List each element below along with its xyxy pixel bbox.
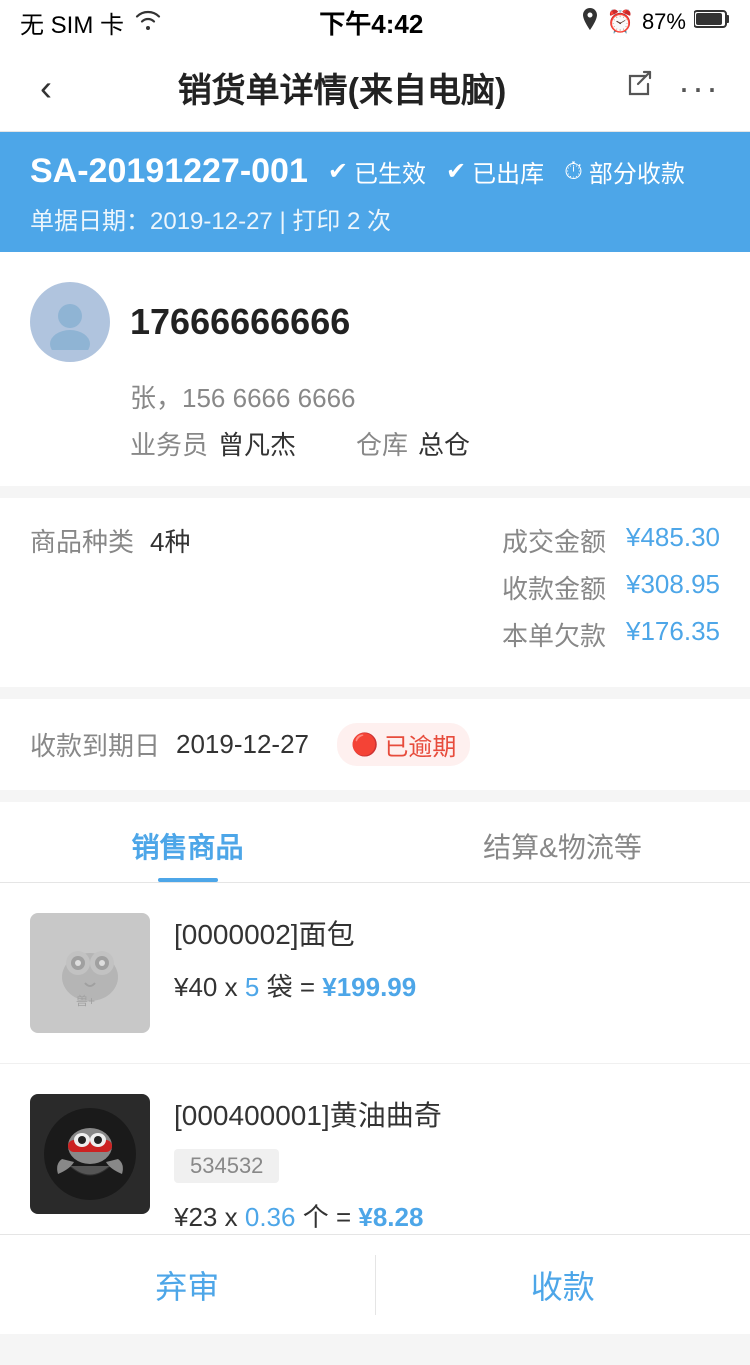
alarm-icon: ⏰ — [607, 9, 634, 35]
customer-avatar — [30, 282, 110, 362]
more-icon[interactable]: ··· — [678, 67, 720, 109]
kind-label: 商品种类 — [30, 522, 134, 559]
tab-settlement[interactable]: 结算&物流等 — [375, 802, 750, 882]
product-batch-2: 534532 — [174, 1149, 279, 1183]
status-right: ⏰ 87% — [581, 8, 730, 36]
product-total-2: ¥8.28 — [358, 1202, 423, 1232]
wifi-icon — [134, 8, 162, 37]
sim-status: 无 SIM 卡 — [20, 5, 124, 40]
product-price-2: ¥23 x 0.36 个 = ¥8.28 — [174, 1197, 720, 1234]
order-header-banner: SA-20191227-001 ✔ 已生效 ✔ 已出库 ⏱ 部分收款 单据日期：… — [0, 132, 750, 252]
customer-section: 17666666666 张，156 6666 6666 业务员 曾凡杰 仓库 总… — [0, 252, 750, 486]
nav-bar: ‹ 销货单详情(来自电脑) ··· — [0, 44, 750, 132]
due-section: 收款到期日 2019-12-27 🔴 已逾期 — [0, 699, 750, 790]
due-label: 收款到期日 — [30, 726, 160, 763]
overdue-badge: 🔴 已逾期 — [337, 723, 470, 766]
badge-effective: ✔ 已生效 — [328, 154, 426, 189]
status-left: 无 SIM 卡 — [20, 5, 162, 40]
status-bar: 无 SIM 卡 下午4:42 ⏰ 87% — [0, 0, 750, 44]
received-value: ¥308.95 — [626, 569, 720, 606]
order-id: SA-20191227-001 — [30, 152, 308, 191]
collect-button[interactable]: 收款 — [376, 1235, 750, 1334]
product-info-1: [0000002]面包 ¥40 x 5 袋 = ¥199.99 — [174, 913, 720, 1004]
badge-shipped: ✔ 已出库 — [446, 154, 544, 189]
check-icon-2: ✔ — [446, 157, 466, 186]
battery-text: 87% — [642, 9, 686, 35]
status-time: 下午4:42 — [319, 4, 423, 41]
bottom-bar: 弃审 收款 — [0, 1234, 750, 1334]
tab-sales[interactable]: 销售商品 — [0, 802, 375, 882]
product-list: 兽+ [0000002]面包 ¥40 x 5 袋 = ¥199.99 — [0, 883, 750, 1265]
customer-name: 17666666666 — [130, 301, 350, 343]
deal-label: 成交金额 — [502, 522, 606, 559]
product-total-1: ¥199.99 — [322, 972, 416, 1002]
overdue-icon: 🔴 — [351, 732, 378, 758]
product-qty-2: 0.36 — [245, 1202, 296, 1232]
product-thumb-2 — [30, 1094, 150, 1214]
back-button[interactable]: ‹ — [30, 57, 62, 119]
due-date: 2019-12-27 — [176, 729, 309, 760]
order-meta: 单据日期：2019-12-27 | 打印 2 次 — [30, 201, 720, 236]
received-label: 收款金额 — [502, 569, 606, 606]
product-price-1: ¥40 x 5 袋 = ¥199.99 — [174, 967, 720, 1004]
warehouse-label: 仓库 — [356, 425, 408, 462]
product-info-2: [000400001]黄油曲奇 534532 ¥23 x 0.36 个 = ¥8… — [174, 1094, 720, 1234]
product-name-2: [000400001]黄油曲奇 — [174, 1094, 720, 1134]
tab-underline — [158, 878, 218, 882]
nav-title: 销货单详情(来自电脑) — [178, 63, 507, 112]
kind-value: 4种 — [150, 522, 190, 559]
product-thumb-1: 兽+ — [30, 913, 150, 1033]
staff-value: 曾凡杰 — [218, 425, 296, 462]
location-icon — [581, 8, 599, 36]
badge-partial: ⏱ 部分收款 — [564, 154, 685, 189]
product-qty-1: 5 — [245, 972, 259, 1002]
cancel-button[interactable]: 弃审 — [0, 1235, 375, 1334]
deal-value: ¥485.30 — [626, 522, 720, 559]
staff-label: 业务员 — [130, 425, 208, 462]
svg-text:兽+: 兽+ — [76, 994, 95, 1008]
check-icon-1: ✔ — [328, 157, 348, 186]
share-icon[interactable] — [622, 68, 654, 108]
warehouse-value: 总仓 — [418, 425, 470, 462]
product-name-1: [0000002]面包 — [174, 913, 720, 953]
clock-icon: ⏱ — [564, 158, 583, 186]
customer-detail: 张，156 6666 6666 — [30, 378, 720, 415]
summary-section: 商品种类 4种 成交金额 ¥485.30 收款金额 ¥308.95 本单欠款 ¥… — [0, 498, 750, 687]
owed-value: ¥176.35 — [626, 616, 720, 653]
customer-staff-row: 业务员 曾凡杰 仓库 总仓 — [30, 425, 720, 462]
tabs-section: 销售商品 结算&物流等 — [0, 802, 750, 883]
nav-actions: ··· — [622, 67, 720, 109]
battery-icon — [694, 9, 730, 35]
product-item-1: 兽+ [0000002]面包 ¥40 x 5 袋 = ¥199.99 — [0, 883, 750, 1064]
amount-summary: 成交金额 ¥485.30 收款金额 ¥308.95 本单欠款 ¥176.35 — [502, 522, 720, 663]
owed-label: 本单欠款 — [502, 616, 606, 653]
